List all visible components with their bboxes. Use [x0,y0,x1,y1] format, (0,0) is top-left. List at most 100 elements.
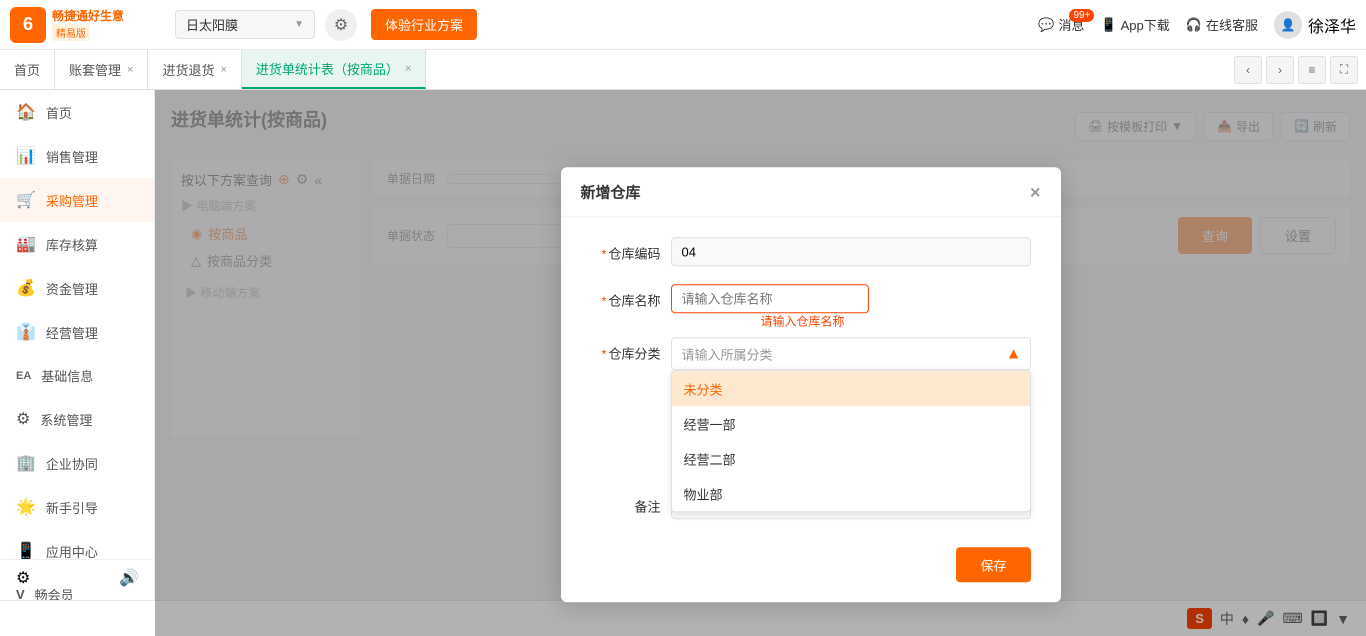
sidebar-enterprise-label: 企业协同 [46,454,98,473]
logo-text: 畅捷通好生意 精易版 [52,7,124,42]
logo-icon: 6 [10,7,46,43]
tab-nav-right-btn[interactable]: › [1266,56,1294,84]
volume-icon[interactable]: 🔊 [119,568,139,588]
sidebar-item-enterprise[interactable]: 🏢 企业协同 [0,441,154,485]
tab-purchase-return[interactable]: 进货退货 × [148,50,241,89]
tab-account-label: 账套管理 [69,60,121,79]
sidebar-item-home[interactable]: 🏠 首页 [0,90,154,134]
sidebar-sales-label: 销售管理 [46,147,98,166]
code-label: *仓库编码 [591,237,671,262]
sidebar-item-purchase[interactable]: 🛒 采购管理 [0,178,154,222]
home-icon: 🏠 [16,102,36,122]
username-label: 徐泽华 [1308,13,1356,37]
message-badge: 99+ [1069,9,1094,22]
tab-nav-left-btn[interactable]: ‹ [1234,56,1262,84]
logo-area: 6 畅捷通好生意 精易版 [10,7,165,43]
name-label: *仓库名称 [591,284,671,309]
online-service-label: 在线客服 [1206,15,1258,34]
gear-button[interactable]: ⚙ [325,9,357,41]
app-center-icon: 📱 [16,541,36,561]
message-item[interactable]: 💬 消息 99+ [1038,15,1084,34]
category-dropdown[interactable]: 请输入所属分类 ▲ [671,337,1031,370]
sidebar-app-label: 应用中心 [46,542,98,561]
code-input[interactable] [671,237,1031,266]
modal-close-btn[interactable]: × [1030,183,1041,201]
sidebar-item-system[interactable]: ⚙ 系统管理 [0,397,154,441]
tab-home[interactable]: 首页 [0,50,55,89]
category-label: *仓库分类 [591,337,671,362]
finance-icon: 💰 [16,278,36,298]
category-dropdown-list: 未分类 经营一部 经营二部 物业部 [671,370,1031,512]
store-name: 日太阳膜 [186,15,238,34]
modal-body: *仓库编码 *仓库名称 请输入仓库名称 [561,217,1061,547]
main-layout: 🏠 首页 📊 销售管理 🛒 采购管理 🏭 库存核算 💰 资金管理 👔 经营管理 … [0,90,1366,636]
sidebar-item-sales[interactable]: 📊 销售管理 [0,134,154,178]
inventory-icon: 🏭 [16,234,36,254]
sidebar-item-basic[interactable]: EA 基础信息 [0,354,154,397]
dropdown-item-dept2[interactable]: 经营二部 [672,441,1030,476]
tab-account-close[interactable]: × [127,64,133,76]
name-field-row: *仓库名称 请输入仓库名称 [591,284,1031,313]
enterprise-icon: 🏢 [16,453,36,473]
tab-fullscreen-btn[interactable]: ⛶ [1330,56,1358,84]
sidebar-system-label: 系统管理 [40,410,92,429]
category-field-row: *仓库分类 请输入所属分类 ▲ 未分类 经营一部 经营二部 物业部 [591,337,1031,370]
app-icon: 📱 [1100,17,1116,33]
sidebar-item-guide[interactable]: 🌟 新手引导 [0,485,154,529]
tab-purchase-stats-label: 进货单统计表（按商品） [256,59,399,78]
top-actions: ⚙ 体验行业方案 [325,9,477,41]
name-input-wrap: 请输入仓库名称 [671,284,1031,313]
tab-purchase-stats-close[interactable]: × [405,63,411,75]
basic-icon: EA [16,370,31,382]
headset-icon: 🎧 [1186,17,1202,33]
category-placeholder: 请输入所属分类 [682,347,773,362]
message-icon: 💬 [1038,17,1054,33]
guide-icon: 🌟 [16,497,36,517]
sidebar-bottom: ⚙ 🔊 [0,559,155,596]
dropdown-item-unclassified[interactable]: 未分类 [672,371,1030,406]
save-button[interactable]: 保存 [956,547,1030,582]
settings-icon[interactable]: ⚙ [16,568,30,588]
top-bar: 6 畅捷通好生意 精易版 日太阳膜 ▼ ⚙ 体验行业方案 💬 消息 99+ 📱 … [0,0,1366,50]
tab-purchase-return-close[interactable]: × [220,64,226,76]
dropdown-arrow-icon: ▲ [1006,345,1022,363]
tab-account[interactable]: 账套管理 × [55,50,148,89]
sidebar-item-operation[interactable]: 👔 经营管理 [0,310,154,354]
modal-footer: 保存 [561,547,1061,582]
user-area[interactable]: 👤 徐泽华 [1274,11,1356,39]
modal-title: 新增仓库 [581,181,641,202]
category-input-wrap: 请输入所属分类 ▲ 未分类 经营一部 经营二部 物业部 [671,337,1031,370]
new-warehouse-modal: 新增仓库 × *仓库编码 *仓库名称 [561,167,1061,602]
sidebar-inventory-label: 库存核算 [46,235,98,254]
user-avatar: 👤 [1274,11,1302,39]
tab-right-btns: ‹ › ≡ ⛶ [1234,56,1366,84]
sidebar-guide-label: 新手引导 [46,498,98,517]
dropdown-item-property[interactable]: 物业部 [672,476,1030,511]
app-download-item[interactable]: 📱 App下载 [1100,15,1169,34]
online-service-item[interactable]: 🎧 在线客服 [1186,15,1258,34]
trial-button[interactable]: 体验行业方案 [371,9,477,40]
modal-header: 新增仓库 × [561,167,1061,217]
store-selector[interactable]: 日太阳膜 ▼ [175,10,315,39]
top-right: 💬 消息 99+ 📱 App下载 🎧 在线客服 👤 徐泽华 [1038,11,1356,39]
name-input[interactable] [671,284,869,313]
sidebar-basic-label: 基础信息 [41,366,93,385]
sidebar-purchase-label: 采购管理 [46,191,98,210]
app-download-label: App下载 [1121,15,1170,34]
purchase-icon: 🛒 [16,190,36,210]
dropdown-item-dept1[interactable]: 经营一部 [672,406,1030,441]
tab-purchase-return-label: 进货退货 [162,60,214,79]
sidebar-item-finance[interactable]: 💰 资金管理 [0,266,154,310]
sidebar-finance-label: 资金管理 [46,279,98,298]
sales-icon: 📊 [16,146,36,166]
tab-bar: 首页 账套管理 × 进货退货 × 进货单统计表（按商品） × ‹ › ≡ ⛶ [0,50,1366,90]
content-area: 进货单统计(按商品) 🖨 按模板打印 ▼ 📤 导出 🔄 刷新 [155,90,1366,636]
operation-icon: 👔 [16,322,36,342]
tab-purchase-stats[interactable]: 进货单统计表（按商品） × [242,50,426,89]
tab-home-label: 首页 [14,60,40,79]
tab-menu-btn[interactable]: ≡ [1298,56,1326,84]
sidebar: 🏠 首页 📊 销售管理 🛒 采购管理 🏭 库存核算 💰 资金管理 👔 经营管理 … [0,90,155,636]
name-error-msg: 请输入仓库名称 [761,312,845,329]
sidebar-operation-label: 经营管理 [46,323,98,342]
sidebar-item-inventory[interactable]: 🏭 库存核算 [0,222,154,266]
